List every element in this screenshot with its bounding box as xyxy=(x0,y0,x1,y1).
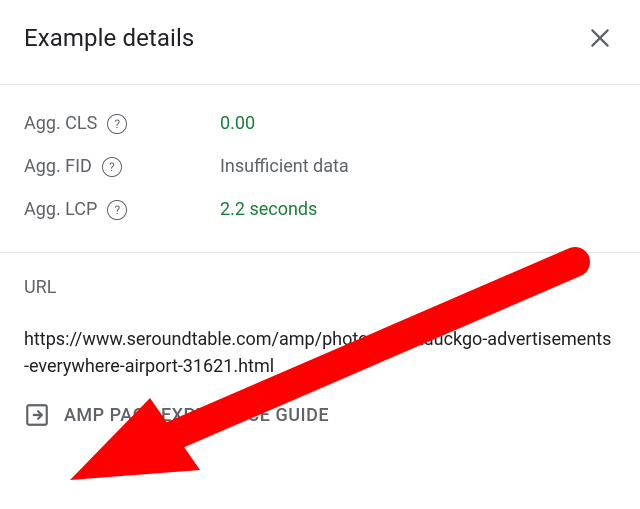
close-button[interactable] xyxy=(584,22,616,54)
panel-title: Example details xyxy=(24,24,194,52)
amp-guide-label: AMP PAGE EXPERIENCE GUIDE xyxy=(64,405,329,426)
example-details-panel: Example details Agg. CLS ? 0.00 Agg. FID… xyxy=(0,0,640,509)
metrics-section: Agg. CLS ? 0.00 Agg. FID ? Insufficient … xyxy=(0,85,640,252)
metric-value-fid: Insufficient data xyxy=(220,156,349,177)
metric-label-cls: Agg. CLS ? xyxy=(24,113,220,134)
metric-label-text: Agg. FID xyxy=(24,156,92,177)
close-icon xyxy=(587,25,613,51)
metric-row-lcp: Agg. LCP ? 2.2 seconds xyxy=(24,199,616,220)
metric-label-text: Agg. LCP xyxy=(24,199,97,220)
help-icon[interactable]: ? xyxy=(102,157,122,177)
metric-label-lcp: Agg. LCP ? xyxy=(24,199,220,220)
url-text: https://www.seroundtable.com/amp/photos/… xyxy=(24,326,616,380)
metric-row-cls: Agg. CLS ? 0.00 xyxy=(24,113,616,134)
url-section: URL https://www.seroundtable.com/amp/pho… xyxy=(0,253,640,428)
panel-header: Example details xyxy=(0,0,640,84)
help-icon[interactable]: ? xyxy=(107,114,127,134)
help-icon[interactable]: ? xyxy=(107,200,127,220)
amp-guide-link[interactable]: AMP PAGE EXPERIENCE GUIDE xyxy=(24,402,616,428)
open-external-icon xyxy=(24,402,50,428)
metric-value-lcp: 2.2 seconds xyxy=(220,199,317,220)
metric-label-text: Agg. CLS xyxy=(24,113,97,134)
url-heading: URL xyxy=(24,277,616,298)
metric-label-fid: Agg. FID ? xyxy=(24,156,220,177)
metric-row-fid: Agg. FID ? Insufficient data xyxy=(24,156,616,177)
metric-value-cls: 0.00 xyxy=(220,113,255,134)
